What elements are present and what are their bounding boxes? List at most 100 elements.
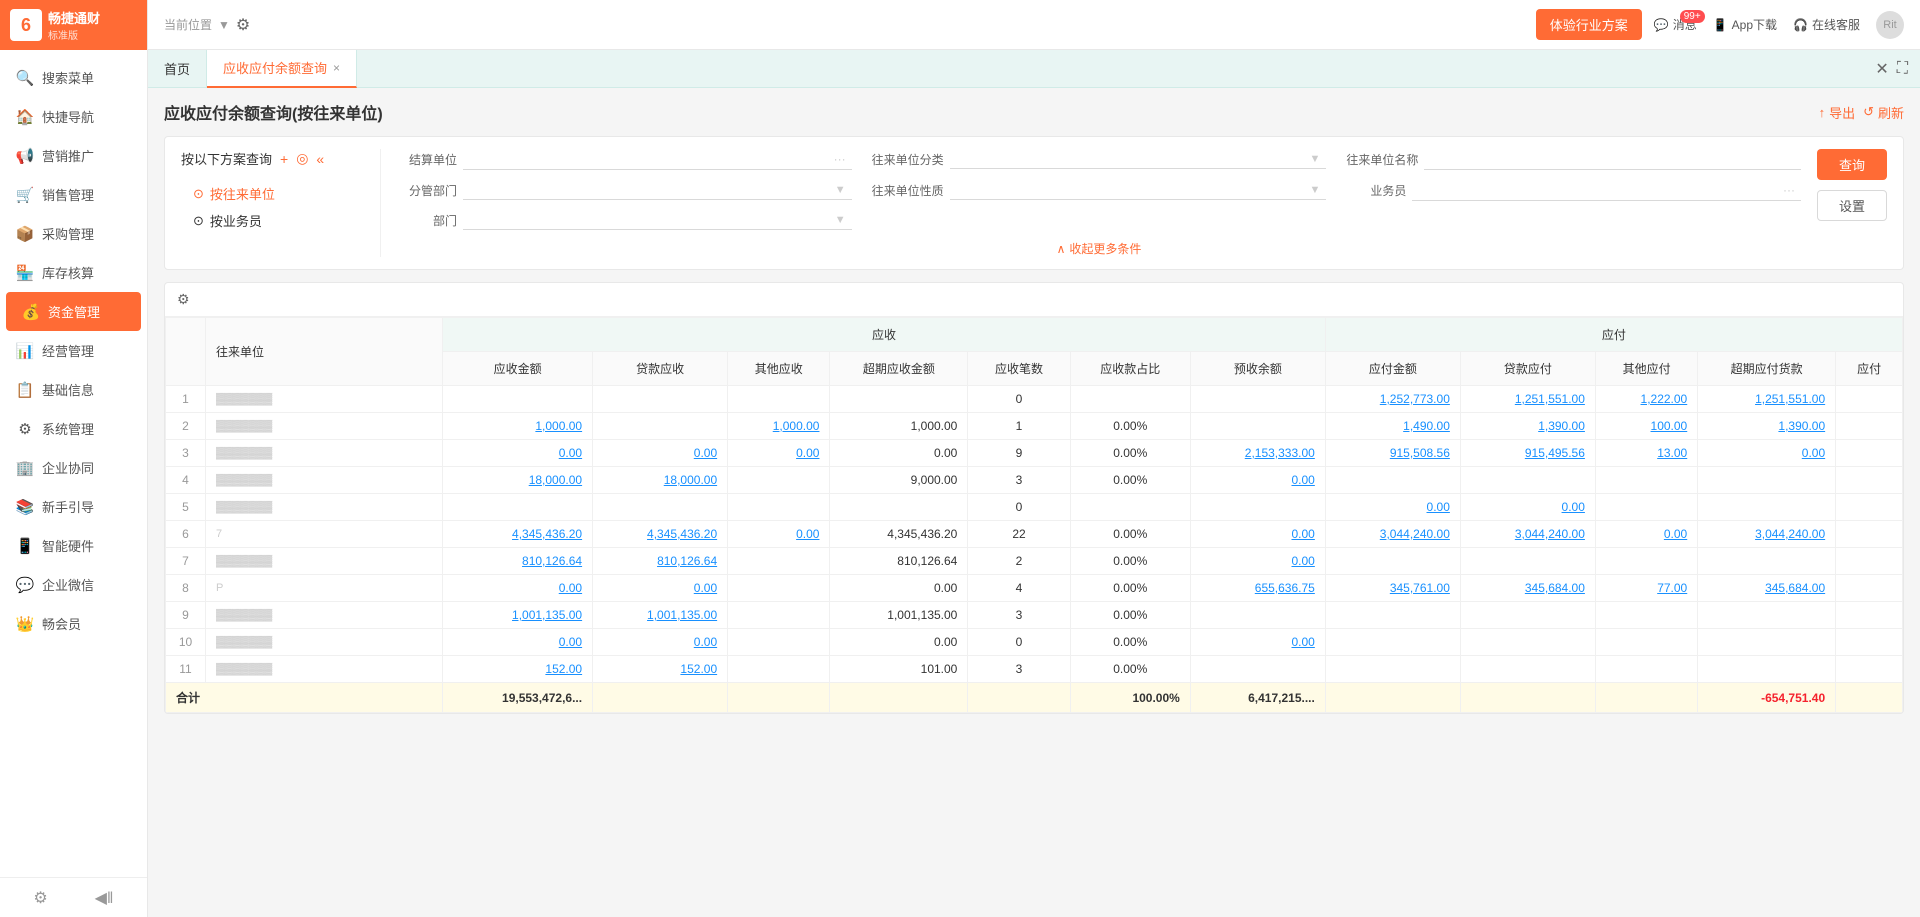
- cell-ap-amount[interactable]: 0.00: [1325, 494, 1460, 521]
- cell-ap-other[interactable]: 1,222.00: [1595, 386, 1697, 413]
- filter-collapse-button[interactable]: «: [316, 151, 324, 167]
- table-settings-icon[interactable]: ⚙: [177, 291, 190, 308]
- filter-option-by-partner[interactable]: ⊙ 按往来单位: [185, 180, 368, 207]
- online-service-button[interactable]: 🎧 在线客服: [1793, 16, 1860, 33]
- cell-ar-prepay[interactable]: 0.00: [1190, 467, 1325, 494]
- cell-ap-amount[interactable]: 1,490.00: [1325, 413, 1460, 440]
- partner-nature-chevron-icon[interactable]: ▼: [1309, 184, 1320, 196]
- tab-ar-ap-query[interactable]: 应收应付余额查询×: [207, 50, 357, 88]
- cell-ap-other[interactable]: 0.00: [1595, 521, 1697, 548]
- sidebar-item-finance[interactable]: 💰资金管理: [6, 292, 141, 331]
- cell-ap-overdue[interactable]: 345,684.00: [1698, 575, 1836, 602]
- cell-ar-loan[interactable]: 810,126.64: [593, 548, 728, 575]
- cell-ar-other[interactable]: 0.00: [728, 440, 830, 467]
- ff-control-salesman[interactable]: ···: [1412, 180, 1801, 201]
- cell-ar-prepay[interactable]: 0.00: [1190, 548, 1325, 575]
- cell-ap-amount[interactable]: 915,508.56: [1325, 440, 1460, 467]
- cell-ap-overdue[interactable]: 3,044,240.00: [1698, 521, 1836, 548]
- ff-control-partner-name[interactable]: [1424, 149, 1801, 170]
- cell-ap-loan[interactable]: 3,044,240.00: [1460, 521, 1595, 548]
- cell-ar-amount[interactable]: 810,126.64: [443, 548, 593, 575]
- gear-icon[interactable]: ⚙: [236, 15, 250, 35]
- cell-ar-amount[interactable]: 1,000.00: [443, 413, 593, 440]
- cell-ar-loan[interactable]: 4,345,436.20: [593, 521, 728, 548]
- cell-ap-loan[interactable]: 0.00: [1460, 494, 1595, 521]
- cell-ap-amount[interactable]: 1,252,773.00: [1325, 386, 1460, 413]
- cell-ar-prepay[interactable]: 655,636.75: [1190, 575, 1325, 602]
- cell-ar-loan[interactable]: 0.00: [593, 440, 728, 467]
- sidebar-item-sales[interactable]: 🛒销售管理: [0, 175, 147, 214]
- cell-ar-other[interactable]: 0.00: [728, 521, 830, 548]
- refresh-button[interactable]: ↺ 刷新: [1863, 103, 1904, 122]
- cell-ar-prepay[interactable]: 0.00: [1190, 521, 1325, 548]
- cell-ap-amount[interactable]: 3,044,240.00: [1325, 521, 1460, 548]
- cell-ap-loan[interactable]: 915,495.56: [1460, 440, 1595, 467]
- partner-category-chevron-icon[interactable]: ▼: [1309, 153, 1320, 165]
- ff-control-settlement[interactable]: ···: [463, 149, 852, 170]
- ff-control-partner-nature[interactable]: ▼: [950, 181, 1327, 200]
- cell-ar-amount[interactable]: 18,000.00: [443, 467, 593, 494]
- cell-ap-amount[interactable]: 345,761.00: [1325, 575, 1460, 602]
- cell-ap-overdue[interactable]: 1,251,551.00: [1698, 386, 1836, 413]
- cell-ar-prepay[interactable]: 0.00: [1190, 629, 1325, 656]
- ff-control-department[interactable]: ▼: [463, 211, 852, 230]
- filter-option-by-salesman[interactable]: ⊙ 按业务员: [185, 207, 368, 234]
- filter-collapse-toggle[interactable]: ∧ 收起更多条件: [1057, 240, 1142, 257]
- app-download-button[interactable]: 📱 App下载: [1713, 16, 1777, 33]
- cell-ap-loan[interactable]: 1,390.00: [1460, 413, 1595, 440]
- settings-button[interactable]: 设置: [1817, 190, 1887, 221]
- filter-add-button[interactable]: +: [280, 151, 288, 167]
- sidebar-item-system[interactable]: ⚙系统管理: [0, 409, 147, 448]
- cell-ar-prepay[interactable]: 2,153,333.00: [1190, 440, 1325, 467]
- sidebar-item-marketing[interactable]: 📢营销推广: [0, 136, 147, 175]
- sidebar-item-beginner[interactable]: 📚新手引导: [0, 487, 147, 526]
- sidebar-item-search-menu[interactable]: 🔍搜索菜单: [0, 58, 147, 97]
- sidebar-item-wechat[interactable]: 💬企业微信: [0, 565, 147, 604]
- sidebar-item-purchase[interactable]: 📦采购管理: [0, 214, 147, 253]
- sidebar-item-quick-nav[interactable]: 🏠快捷导航: [0, 97, 147, 136]
- settlement-dots-icon[interactable]: ···: [834, 152, 846, 166]
- footer-ar-prepay[interactable]: 6,417,215....: [1190, 683, 1325, 713]
- cell-ar-amount[interactable]: 1,001,135.00: [443, 602, 593, 629]
- cell-ap-other[interactable]: 13.00: [1595, 440, 1697, 467]
- sidebar-collapse-icon[interactable]: ◀‖: [95, 888, 114, 908]
- sidebar-item-inventory[interactable]: 🏪库存核算: [0, 253, 147, 292]
- tab-home[interactable]: 首页: [148, 50, 207, 88]
- cell-ap-overdue[interactable]: 1,390.00: [1698, 413, 1836, 440]
- tab-fullscreen-icon[interactable]: ⛶: [1897, 60, 1908, 78]
- cell-ar-loan[interactable]: 0.00: [593, 575, 728, 602]
- cell-ap-overdue[interactable]: 0.00: [1698, 440, 1836, 467]
- dept-chevron-icon[interactable]: ▼: [835, 184, 846, 196]
- cell-ar-loan[interactable]: 152.00: [593, 656, 728, 683]
- sidebar-item-operation[interactable]: 📊经营管理: [0, 331, 147, 370]
- cell-ar-amount[interactable]: 0.00: [443, 575, 593, 602]
- cell-ap-loan[interactable]: 345,684.00: [1460, 575, 1595, 602]
- cell-ar-loan[interactable]: 0.00: [593, 629, 728, 656]
- cell-ar-other[interactable]: 1,000.00: [728, 413, 830, 440]
- cell-ar-amount[interactable]: 152.00: [443, 656, 593, 683]
- tab-close-ar-ap-query[interactable]: ×: [333, 61, 340, 75]
- sidebar-settings-icon[interactable]: ⚙: [33, 888, 47, 908]
- promo-button[interactable]: 体验行业方案: [1536, 9, 1642, 40]
- cell-ar-amount[interactable]: 4,345,436.20: [443, 521, 593, 548]
- cell-ar-loan[interactable]: 18,000.00: [593, 467, 728, 494]
- query-button[interactable]: 查询: [1817, 149, 1887, 180]
- footer-ar-total[interactable]: 19,553,472,6...: [443, 683, 593, 713]
- cell-ap-other[interactable]: 77.00: [1595, 575, 1697, 602]
- sidebar-item-enterprise[interactable]: 🏢企业协同: [0, 448, 147, 487]
- filter-settings-button[interactable]: ◎: [296, 150, 308, 167]
- tab-close-window-icon[interactable]: ✕: [1875, 59, 1888, 79]
- sidebar-item-basic-info[interactable]: 📋基础信息: [0, 370, 147, 409]
- message-button[interactable]: 💬 消息 99+: [1654, 16, 1697, 33]
- partner-name-input[interactable]: [1430, 152, 1795, 166]
- cell-ar-amount[interactable]: 0.00: [443, 440, 593, 467]
- department-chevron-icon[interactable]: ▼: [835, 214, 846, 226]
- cell-ap-loan[interactable]: 1,251,551.00: [1460, 386, 1595, 413]
- ff-control-dept[interactable]: ▼: [463, 181, 852, 200]
- cell-ar-loan[interactable]: 1,001,135.00: [593, 602, 728, 629]
- cell-ap-other[interactable]: 100.00: [1595, 413, 1697, 440]
- sidebar-item-vip[interactable]: 👑畅会员: [0, 604, 147, 643]
- export-button[interactable]: ↑ 导出: [1819, 103, 1856, 122]
- user-menu[interactable]: Rit: [1876, 11, 1904, 39]
- sidebar-item-hardware[interactable]: 📱智能硬件: [0, 526, 147, 565]
